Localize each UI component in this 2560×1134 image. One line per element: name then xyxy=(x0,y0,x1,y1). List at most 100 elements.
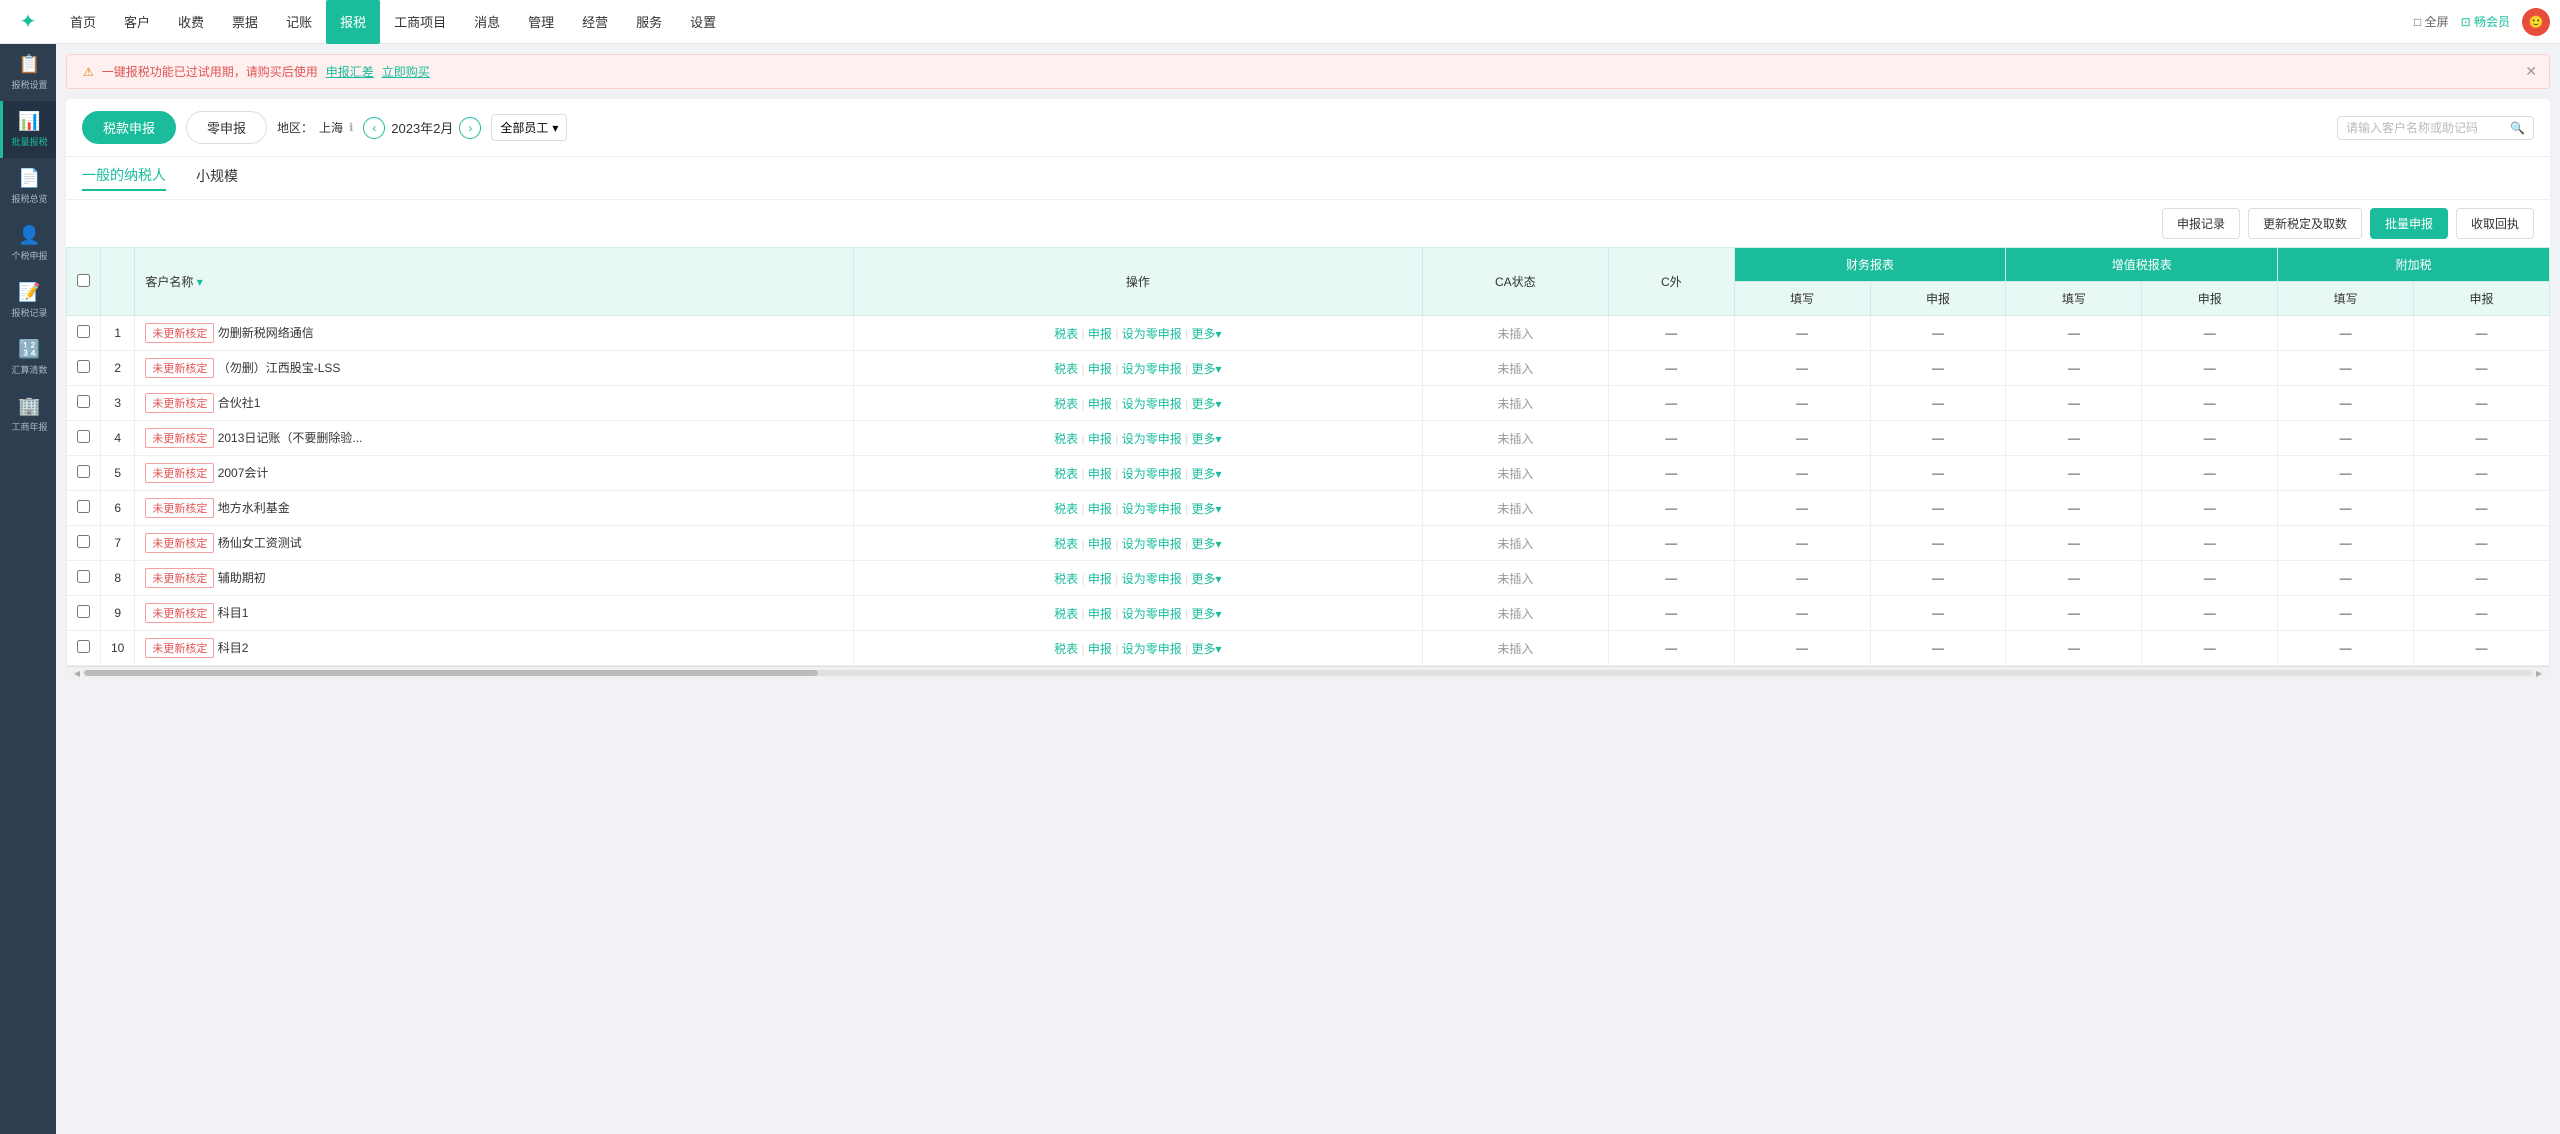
scroll-left-btn[interactable]: ◂ xyxy=(74,666,80,679)
topnav-item-消息[interactable]: 消息 xyxy=(460,0,514,44)
op-more-btn[interactable]: 更多▾ xyxy=(1192,537,1222,551)
op-申报-btn[interactable]: 申报 xyxy=(1088,502,1112,516)
status-badge[interactable]: 未更新核定 xyxy=(145,393,214,413)
status-badge[interactable]: 未更新核定 xyxy=(145,428,214,448)
op-more-btn[interactable]: 更多▾ xyxy=(1192,642,1222,656)
status-badge[interactable]: 未更新核定 xyxy=(145,638,214,658)
sidebar-item-汇算清数[interactable]: 🔢汇算清数 xyxy=(0,329,56,386)
topnav-item-工商项目[interactable]: 工商项目 xyxy=(380,0,460,44)
op-more-btn[interactable]: 更多▾ xyxy=(1192,607,1222,621)
op-税表-btn[interactable]: 税表 xyxy=(1054,467,1078,481)
topnav-item-设置[interactable]: 设置 xyxy=(676,0,730,44)
op-零申报-btn[interactable]: 设为零申报 xyxy=(1122,502,1182,516)
申报记录-btn[interactable]: 申报记录 xyxy=(2162,208,2240,239)
row-checkbox-3[interactable] xyxy=(77,430,90,443)
topnav-item-客户[interactable]: 客户 xyxy=(110,0,164,44)
op-申报-btn[interactable]: 申报 xyxy=(1088,537,1112,551)
op-申报-btn[interactable]: 申报 xyxy=(1088,397,1112,411)
status-badge[interactable]: 未更新核定 xyxy=(145,533,214,553)
op-税表-btn[interactable]: 税表 xyxy=(1054,572,1078,586)
op-申报-btn[interactable]: 申报 xyxy=(1088,607,1112,621)
op-more-btn[interactable]: 更多▾ xyxy=(1192,362,1222,376)
date-prev-btn[interactable]: ‹ xyxy=(363,117,385,139)
更新税定-btn[interactable]: 更新税定及取数 xyxy=(2248,208,2362,239)
op-零申报-btn[interactable]: 设为零申报 xyxy=(1122,607,1182,621)
scroll-track[interactable] xyxy=(84,670,2532,676)
收取回执-btn[interactable]: 收取回执 xyxy=(2456,208,2534,239)
op-税表-btn[interactable]: 税表 xyxy=(1054,432,1078,446)
op-申报-btn[interactable]: 申报 xyxy=(1088,467,1112,481)
select-all-checkbox[interactable] xyxy=(77,274,90,287)
sub-tab-yiban[interactable]: 一般的纳税人 xyxy=(82,165,166,191)
op-税表-btn[interactable]: 税表 xyxy=(1054,642,1078,656)
op-零申报-btn[interactable]: 设为零申报 xyxy=(1122,397,1182,411)
topnav-item-记账[interactable]: 记账 xyxy=(272,0,326,44)
op-零申报-btn[interactable]: 设为零申报 xyxy=(1122,467,1182,481)
op-more-btn[interactable]: 更多▾ xyxy=(1192,572,1222,586)
op-more-btn[interactable]: 更多▾ xyxy=(1192,502,1222,516)
search-icon[interactable]: 🔍 xyxy=(2510,121,2525,135)
row-checkbox-0[interactable] xyxy=(77,325,90,338)
search-input[interactable] xyxy=(2346,121,2506,135)
op-申报-btn[interactable]: 申报 xyxy=(1088,362,1112,376)
op-more-btn[interactable]: 更多▾ xyxy=(1192,397,1222,411)
topnav-item-经营[interactable]: 经营 xyxy=(568,0,622,44)
fullscreen-btn[interactable]: □ 全屏 xyxy=(2414,13,2449,30)
row-checkbox-1[interactable] xyxy=(77,360,90,373)
scroll-thumb[interactable] xyxy=(84,670,818,676)
tab-ling-shenbao[interactable]: 零申报 xyxy=(186,111,267,144)
op-more-btn[interactable]: 更多▾ xyxy=(1192,467,1222,481)
sidebar-item-报税设置[interactable]: 📋报税设置 xyxy=(0,44,56,101)
op-申报-btn[interactable]: 申报 xyxy=(1088,327,1112,341)
op-申报-btn[interactable]: 申报 xyxy=(1088,572,1112,586)
topnav-item-服务[interactable]: 服务 xyxy=(622,0,676,44)
op-税表-btn[interactable]: 税表 xyxy=(1054,327,1078,341)
row-checkbox-9[interactable] xyxy=(77,640,90,653)
topnav-item-报税[interactable]: 报税 xyxy=(326,0,380,44)
op-申报-btn[interactable]: 申报 xyxy=(1088,432,1112,446)
op-申报-btn[interactable]: 申报 xyxy=(1088,642,1112,656)
op-零申报-btn[interactable]: 设为零申报 xyxy=(1122,327,1182,341)
dept-selector[interactable]: 全部员工 ▾ xyxy=(491,114,567,141)
sidebar-item-工商年报[interactable]: 🏢工商年报 xyxy=(0,386,56,443)
topnav-item-管理[interactable]: 管理 xyxy=(514,0,568,44)
op-零申报-btn[interactable]: 设为零申报 xyxy=(1122,642,1182,656)
status-badge[interactable]: 未更新核定 xyxy=(145,568,214,588)
op-税表-btn[interactable]: 税表 xyxy=(1054,502,1078,516)
row-checkbox-6[interactable] xyxy=(77,535,90,548)
row-checkbox-2[interactable] xyxy=(77,395,90,408)
status-badge[interactable]: 未更新核定 xyxy=(145,603,214,623)
status-badge[interactable]: 未更新核定 xyxy=(145,463,214,483)
op-零申报-btn[interactable]: 设为零申报 xyxy=(1122,572,1182,586)
date-next-btn[interactable]: › xyxy=(459,117,481,139)
row-checkbox-5[interactable] xyxy=(77,500,90,513)
member-btn[interactable]: ⊡ 畅会员 xyxy=(2461,13,2510,30)
status-badge[interactable]: 未更新核定 xyxy=(145,498,214,518)
sidebar-item-批量报税[interactable]: 📊批量报税 xyxy=(0,101,56,158)
topnav-item-首页[interactable]: 首页 xyxy=(56,0,110,44)
status-badge[interactable]: 未更新核定 xyxy=(145,323,214,343)
row-checkbox-8[interactable] xyxy=(77,605,90,618)
row-checkbox-7[interactable] xyxy=(77,570,90,583)
立即购买-link[interactable]: 立即购买 xyxy=(382,63,430,80)
topnav-item-票据[interactable]: 票据 xyxy=(218,0,272,44)
op-零申报-btn[interactable]: 设为零申报 xyxy=(1122,537,1182,551)
avatar[interactable]: 🙂 xyxy=(2522,8,2550,36)
op-零申报-btn[interactable]: 设为零申报 xyxy=(1122,362,1182,376)
申报汇差-link[interactable]: 申报汇差 xyxy=(326,63,374,80)
sidebar-item-个税申报[interactable]: 👤个税申报 xyxy=(0,215,56,272)
op-more-btn[interactable]: 更多▾ xyxy=(1192,432,1222,446)
sidebar-item-报税总览[interactable]: 📄报税总览 xyxy=(0,158,56,215)
topnav-item-收费[interactable]: 收费 xyxy=(164,0,218,44)
op-more-btn[interactable]: 更多▾ xyxy=(1192,327,1222,341)
op-税表-btn[interactable]: 税表 xyxy=(1054,537,1078,551)
批量申报-btn[interactable]: 批量申报 xyxy=(2370,208,2448,239)
notice-close-btn[interactable]: ✕ xyxy=(2525,63,2537,80)
status-badge[interactable]: 未更新核定 xyxy=(145,358,214,378)
sidebar-item-报税记录[interactable]: 📝报税记录 xyxy=(0,272,56,329)
horizontal-scrollbar[interactable]: ◂ ▸ xyxy=(66,666,2550,678)
op-税表-btn[interactable]: 税表 xyxy=(1054,362,1078,376)
name-sort-icon[interactable]: ▾ xyxy=(197,275,203,289)
scroll-right-btn[interactable]: ▸ xyxy=(2536,666,2542,679)
row-checkbox-4[interactable] xyxy=(77,465,90,478)
